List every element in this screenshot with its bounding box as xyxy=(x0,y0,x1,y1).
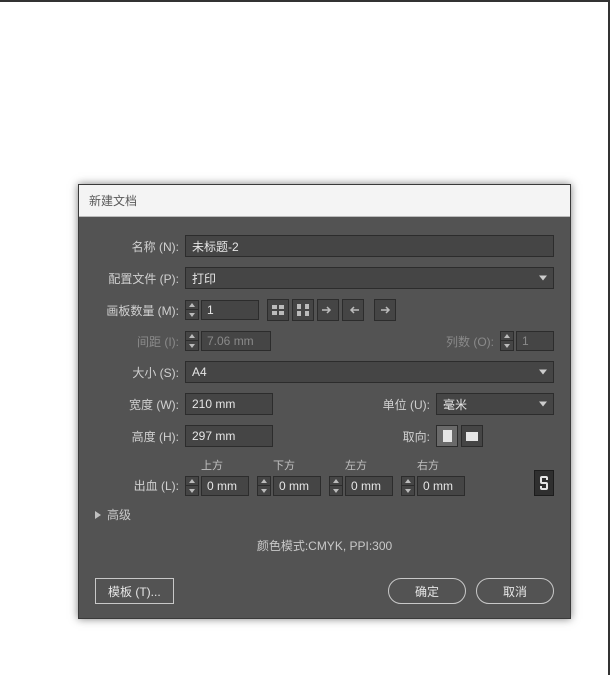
bleed-left-spinner[interactable]: 0 mm xyxy=(329,476,393,496)
bleed-bottom-value[interactable]: 0 mm xyxy=(273,476,321,496)
bleed-link-button[interactable] xyxy=(534,470,554,496)
bleed-right-spinner[interactable]: 0 mm xyxy=(401,476,465,496)
bleed-top-label: 上方 xyxy=(185,457,249,473)
row-width: 宽度 (W): 单位 (U): 毫米 xyxy=(95,393,554,415)
bleed-top-spinner[interactable]: 0 mm xyxy=(185,476,249,496)
row-height: 高度 (H): 取向: xyxy=(95,425,554,447)
chevron-down-icon xyxy=(539,370,547,375)
columns-down xyxy=(500,341,514,351)
advanced-disclosure[interactable]: 高级 xyxy=(95,506,554,523)
columns-up xyxy=(500,331,514,341)
bleed-bottom-spinner[interactable]: 0 mm xyxy=(257,476,321,496)
artboards-value[interactable]: 1 xyxy=(201,300,259,320)
width-input[interactable] xyxy=(185,393,273,415)
height-label: 高度 (H): xyxy=(95,428,185,445)
width-label: 宽度 (W): xyxy=(95,396,185,413)
bleed-label: 出血 (L): xyxy=(95,477,185,494)
triangle-right-icon xyxy=(95,511,101,519)
profile-select[interactable]: 打印 xyxy=(185,267,554,289)
artboard-arrange-buttons xyxy=(267,299,364,321)
size-select-value: A4 xyxy=(192,365,207,379)
dialog-body: 名称 (N): 配置文件 (P): 打印 画板数量 (M): 1 xyxy=(79,217,570,618)
artboards-label: 画板数量 (M): xyxy=(95,302,185,319)
units-select[interactable]: 毫米 xyxy=(436,393,554,415)
orient-landscape-button[interactable] xyxy=(461,425,483,447)
artboards-down[interactable] xyxy=(185,310,199,320)
cancel-button[interactable]: 取消 xyxy=(476,578,554,604)
bleed-right-label: 右方 xyxy=(401,457,465,473)
profile-select-value: 打印 xyxy=(192,270,216,287)
columns-spinner: 1 xyxy=(500,331,554,351)
artboards-spinner[interactable]: 1 xyxy=(185,300,259,320)
artboards-up[interactable] xyxy=(185,300,199,310)
artboard-extra-buttons xyxy=(374,299,396,321)
chevron-down-icon xyxy=(539,402,547,407)
spacing-up xyxy=(185,331,199,341)
advanced-label: 高级 xyxy=(107,506,131,523)
chevron-down-icon xyxy=(539,276,547,281)
size-select[interactable]: A4 xyxy=(185,361,554,383)
bleed-left-value[interactable]: 0 mm xyxy=(345,476,393,496)
name-label: 名称 (N): xyxy=(95,238,185,255)
arrange-row-ltr-icon[interactable] xyxy=(317,299,339,321)
spacing-value: 7.06 mm xyxy=(201,331,271,351)
bleed-left-label: 左方 xyxy=(329,457,393,473)
row-bleed: 出血 (L): 上方 0 mm 下方 0 mm xyxy=(95,457,554,496)
spacing-label: 间距 (I): xyxy=(95,333,185,350)
arrange-grid-col-icon[interactable] xyxy=(292,299,314,321)
new-document-dialog: 新建文档 名称 (N): 配置文件 (P): 打印 画板数量 (M): 1 xyxy=(78,184,571,619)
row-size: 大小 (S): A4 xyxy=(95,361,554,383)
spacing-down xyxy=(185,341,199,351)
height-input[interactable] xyxy=(185,425,273,447)
arrange-row-rtl-icon[interactable] xyxy=(342,299,364,321)
template-button[interactable]: 模板 (T)... xyxy=(95,578,174,604)
dialog-title[interactable]: 新建文档 xyxy=(79,185,570,217)
arrange-extra-icon[interactable] xyxy=(374,299,396,321)
name-input[interactable] xyxy=(185,235,554,257)
bleed-top-value[interactable]: 0 mm xyxy=(201,476,249,496)
row-artboards: 画板数量 (M): 1 xyxy=(95,299,554,321)
arrange-grid-row-icon[interactable] xyxy=(267,299,289,321)
units-select-value: 毫米 xyxy=(443,396,467,413)
bleed-right-value[interactable]: 0 mm xyxy=(417,476,465,496)
orient-label: 取向: xyxy=(366,428,436,445)
row-spacing: 间距 (I): 7.06 mm 列数 (O): 1 xyxy=(95,331,554,351)
columns-label: 列数 (O): xyxy=(440,333,500,350)
spacing-spinner: 7.06 mm xyxy=(185,331,271,351)
dialog-footer: 模板 (T)... 确定 取消 xyxy=(95,574,554,604)
columns-value: 1 xyxy=(516,331,554,351)
profile-label: 配置文件 (P): xyxy=(95,270,185,287)
row-profile: 配置文件 (P): 打印 xyxy=(95,267,554,289)
size-label: 大小 (S): xyxy=(95,364,185,381)
units-label: 单位 (U): xyxy=(366,396,436,413)
colormode-text: 颜色模式:CMYK, PPI:300 xyxy=(95,537,554,554)
orientation-group xyxy=(436,425,554,447)
ok-button[interactable]: 确定 xyxy=(388,578,466,604)
bleed-bottom-label: 下方 xyxy=(257,457,321,473)
row-name: 名称 (N): xyxy=(95,235,554,257)
orient-portrait-button[interactable] xyxy=(436,425,458,447)
